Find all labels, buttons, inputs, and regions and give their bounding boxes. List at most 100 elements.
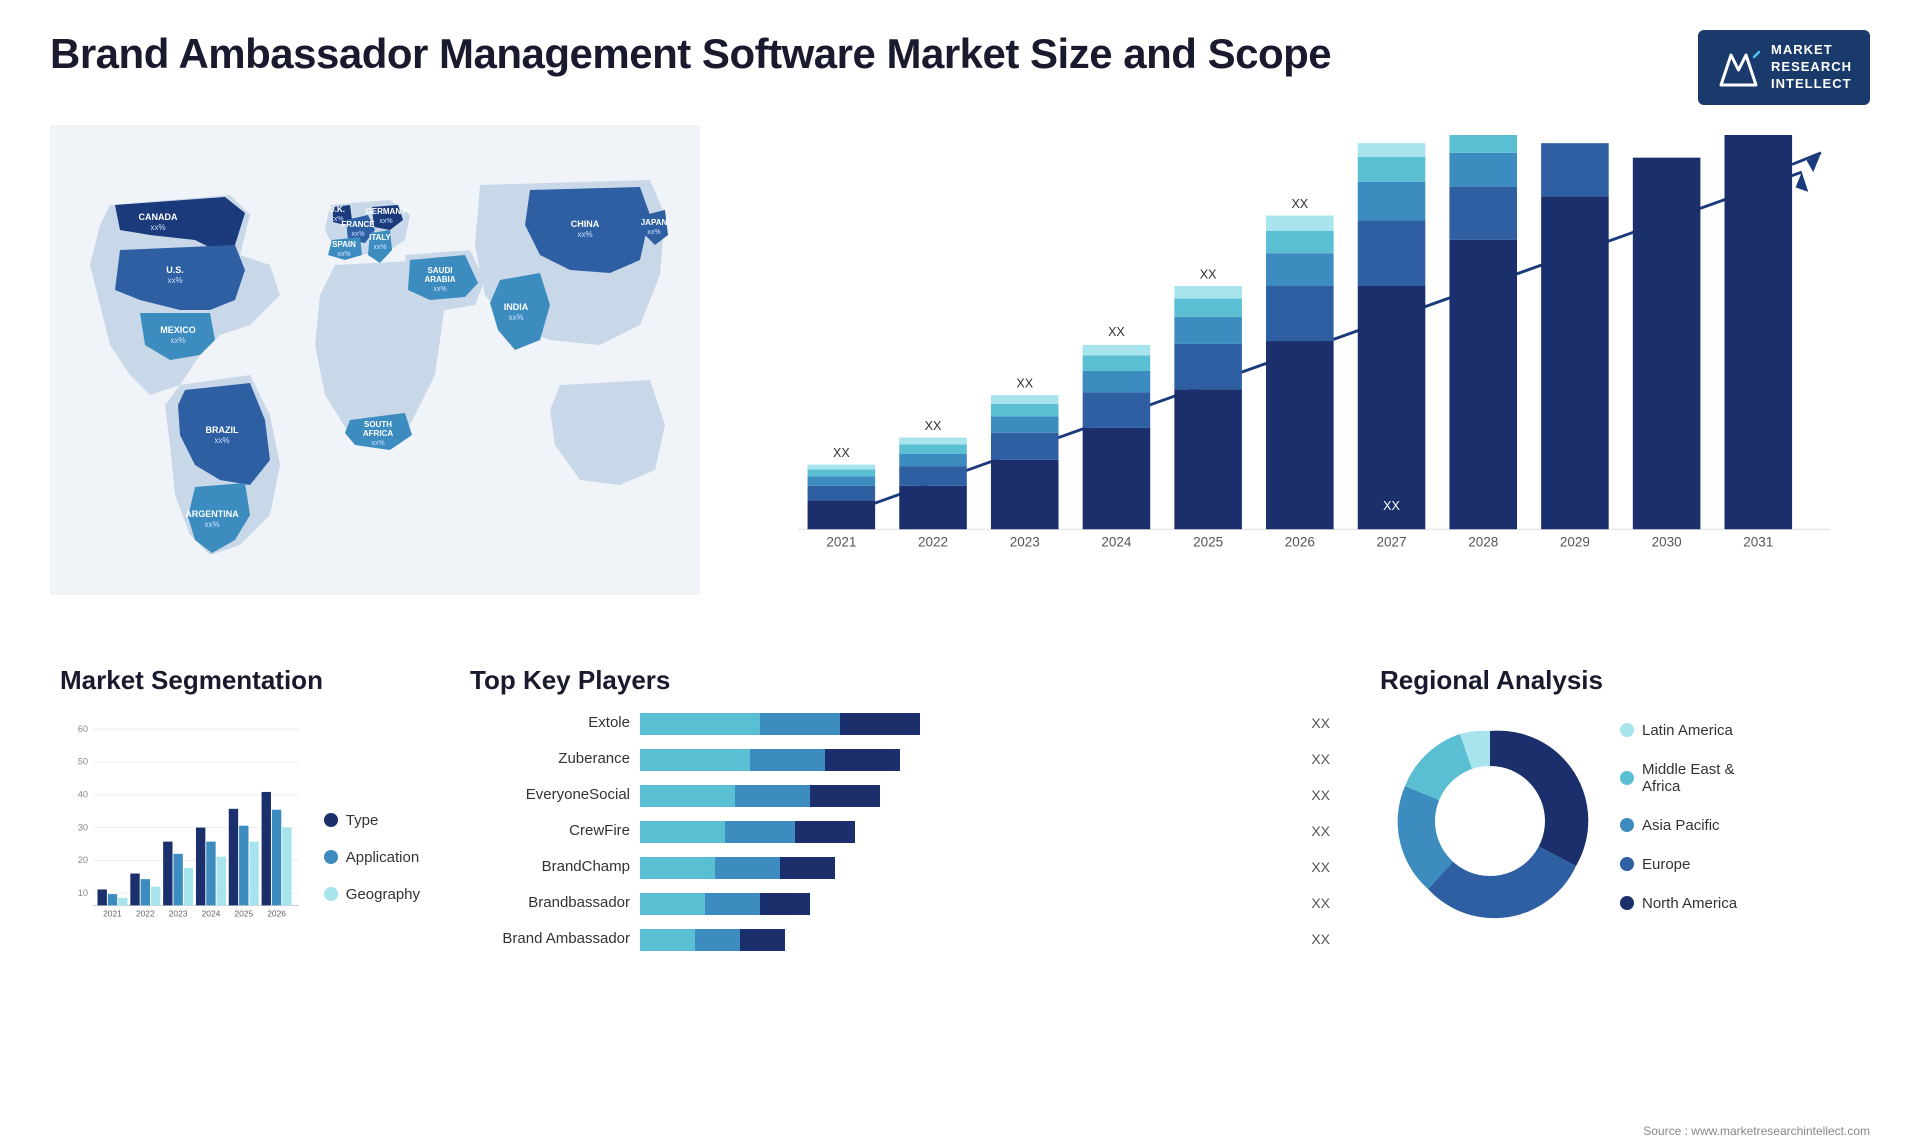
map-section: CANADA xx% U.S. xx% MEXICO xx% BRAZIL xx… bbox=[50, 125, 700, 625]
legend-asia-pacific: Asia Pacific bbox=[1620, 817, 1737, 834]
player-brandbassador-name: Brandbassador bbox=[470, 894, 630, 911]
svg-text:2026: 2026 bbox=[267, 908, 286, 918]
canada-value: xx% bbox=[150, 223, 165, 232]
svg-text:XX: XX bbox=[1383, 499, 1400, 513]
regional-content: Latin America Middle East &Africa Asia P… bbox=[1380, 711, 1860, 931]
source-text: Source : www.marketresearchintellect.com bbox=[1643, 1124, 1870, 1138]
bar-2031 bbox=[1725, 135, 1793, 529]
player-extole-value: XX bbox=[1311, 715, 1330, 731]
uk-label: U.K. bbox=[329, 205, 345, 214]
svg-text:2024: 2024 bbox=[202, 908, 221, 918]
regional-title: Regional Analysis bbox=[1380, 665, 1860, 696]
legend-application: Application bbox=[324, 849, 420, 866]
legend-la-label: Latin America bbox=[1642, 722, 1733, 739]
segmentation-chart: 60 50 40 30 20 10 bbox=[60, 711, 304, 931]
bottom-row: Market Segmentation 60 50 40 30 20 10 bbox=[50, 655, 1870, 973]
logo: MARKET RESEARCH INTELLECT bbox=[1698, 30, 1870, 105]
italy-value: xx% bbox=[373, 244, 386, 251]
player-crewfire-name: CrewFire bbox=[470, 822, 630, 839]
bar-2025: 2025 XX bbox=[1174, 267, 1242, 549]
japan-value: xx% bbox=[647, 229, 660, 236]
chart-section: 2021 XX 2022 XX bbox=[720, 125, 1870, 625]
bar-2030 bbox=[1633, 157, 1701, 529]
legend-ap-label: Asia Pacific bbox=[1642, 817, 1720, 834]
legend-la-dot bbox=[1620, 723, 1634, 737]
svg-text:2022: 2022 bbox=[918, 534, 948, 549]
saudi-label: SAUDI bbox=[428, 266, 453, 275]
germany-label: GERMANY bbox=[366, 207, 408, 216]
players-list: Extole XX Zuberance bbox=[470, 711, 1330, 951]
legend-europe: Europe bbox=[1620, 856, 1737, 873]
legend-mea: Middle East &Africa bbox=[1620, 761, 1737, 795]
player-brandambassador: Brand Ambassador XX bbox=[470, 927, 1330, 951]
player-zuberance-bars bbox=[640, 747, 1296, 771]
legend-north-america: North America bbox=[1620, 895, 1737, 912]
brazil-value: xx% bbox=[214, 436, 229, 445]
player-brandchamp-name: BrandChamp bbox=[470, 858, 630, 875]
saudi-value: xx% bbox=[433, 286, 446, 293]
segmentation-title: Market Segmentation bbox=[60, 665, 420, 696]
year-2030: 2030 bbox=[1652, 534, 1682, 549]
mexico-label: MEXICO bbox=[160, 325, 196, 335]
svg-text:2023: 2023 bbox=[1010, 534, 1040, 549]
player-brandambassador-value: XX bbox=[1311, 931, 1330, 947]
player-brandbassador: Brandbassador XX bbox=[470, 891, 1330, 915]
brazil-label: BRAZIL bbox=[206, 425, 239, 435]
player-extole-bars bbox=[640, 711, 1296, 735]
argentina-label: ARGENTINA bbox=[185, 509, 239, 519]
player-everyonesocial-bars bbox=[640, 783, 1296, 807]
logo-icon bbox=[1716, 45, 1761, 90]
player-brandambassador-bars bbox=[640, 927, 1296, 951]
india-label: INDIA bbox=[504, 302, 529, 312]
legend-mea-label: Middle East &Africa bbox=[1642, 761, 1735, 795]
legend-mea-dot bbox=[1620, 771, 1634, 785]
players-section: Top Key Players Extole XX bbox=[460, 655, 1340, 973]
bar-2024: 2024 XX bbox=[1083, 325, 1151, 549]
player-zuberance-name: Zuberance bbox=[470, 750, 630, 767]
donut-chart bbox=[1380, 711, 1600, 931]
spain-label: SPAIN bbox=[332, 240, 356, 249]
player-brandbassador-bars bbox=[640, 891, 1296, 915]
legend-type: Type bbox=[324, 812, 420, 829]
growth-bar-chart: 2021 XX 2022 XX bbox=[740, 135, 1850, 605]
content-grid: CANADA xx% U.S. xx% MEXICO xx% BRAZIL xx… bbox=[50, 125, 1870, 973]
bar-2026: 2026 XX bbox=[1266, 197, 1334, 550]
bar-2021: 2021 XX bbox=[808, 446, 876, 550]
svg-text:20: 20 bbox=[78, 855, 88, 865]
southafrica-label2: AFRICA bbox=[363, 429, 393, 438]
southafrica-label: SOUTH bbox=[364, 420, 392, 429]
header: Brand Ambassador Management Software Mar… bbox=[50, 30, 1870, 105]
player-zuberance-value: XX bbox=[1311, 751, 1330, 767]
svg-text:XX: XX bbox=[925, 419, 942, 433]
svg-text:40: 40 bbox=[78, 789, 88, 799]
player-extole: Extole XX bbox=[470, 711, 1330, 735]
legend-geography-label: Geography bbox=[346, 886, 420, 903]
bar-2028 bbox=[1449, 135, 1517, 529]
page-title: Brand Ambassador Management Software Mar… bbox=[50, 30, 1331, 78]
player-crewfire-value: XX bbox=[1311, 823, 1330, 839]
legend-application-label: Application bbox=[346, 849, 419, 866]
germany-value: xx% bbox=[379, 218, 392, 225]
regional-legend: Latin America Middle East &Africa Asia P… bbox=[1620, 722, 1737, 920]
india-value: xx% bbox=[508, 313, 523, 322]
player-brandchamp: BrandChamp XX bbox=[470, 855, 1330, 879]
legend-latin-america: Latin America bbox=[1620, 722, 1737, 739]
players-title: Top Key Players bbox=[470, 665, 1330, 696]
svg-text:60: 60 bbox=[78, 724, 88, 734]
svg-text:XX: XX bbox=[1016, 376, 1033, 390]
svg-text:2021: 2021 bbox=[826, 534, 856, 549]
us-label: U.S. bbox=[166, 265, 184, 275]
segmentation-legend: Type Application Geography bbox=[324, 812, 420, 911]
player-everyonesocial: EveryoneSocial XX bbox=[470, 783, 1330, 807]
svg-text:2021: 2021 bbox=[103, 908, 122, 918]
world-map: CANADA xx% U.S. xx% MEXICO xx% BRAZIL xx… bbox=[50, 125, 700, 595]
svg-text:10: 10 bbox=[78, 888, 88, 898]
player-crewfire: CrewFire XX bbox=[470, 819, 1330, 843]
mexico-value: xx% bbox=[170, 336, 185, 345]
us-value: xx% bbox=[167, 276, 182, 285]
spain-value: xx% bbox=[337, 251, 350, 258]
legend-na-dot bbox=[1620, 896, 1634, 910]
legend-ap-dot bbox=[1620, 818, 1634, 832]
svg-text:2023: 2023 bbox=[169, 908, 188, 918]
svg-text:30: 30 bbox=[78, 822, 88, 832]
